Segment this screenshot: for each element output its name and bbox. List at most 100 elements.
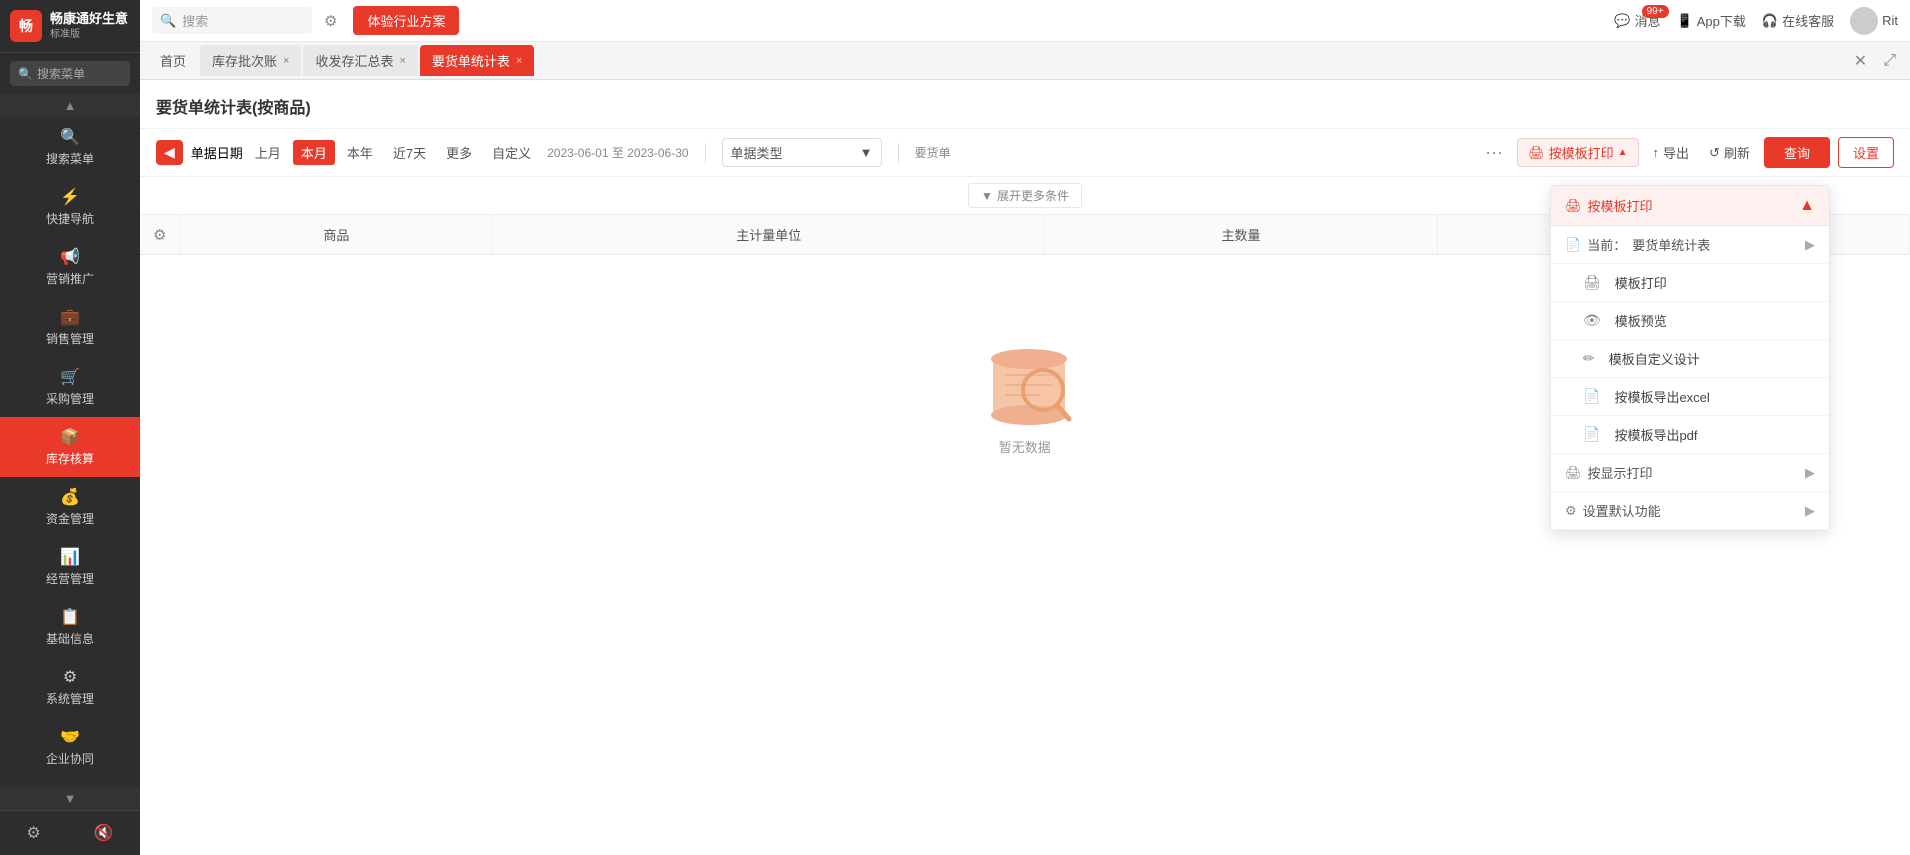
date-prev-month[interactable]: 上月 (247, 140, 289, 165)
tabs-right: ✕ ⤢ (1848, 49, 1902, 73)
col-product: 商品 (180, 215, 493, 255)
avatar (1850, 7, 1878, 35)
content-area: 要货单统计表(按商品) ◀ 单据日期 上月 本月 本年 近7天 更多 自定义 2… (140, 80, 1910, 855)
sidebar-item-operations[interactable]: 📊 经营管理 (0, 537, 140, 597)
col-quantity: 主数量 (1045, 215, 1438, 255)
sidebar-item-marketing[interactable]: 📢 营销推广 (0, 237, 140, 297)
sidebar-search[interactable]: 🔍 搜索菜单 (10, 61, 130, 86)
system-icon: ⚙ (63, 667, 77, 687)
expand-conditions-button[interactable]: ▼ 展开更多条件 (968, 183, 1082, 208)
template-print-item[interactable]: 🖨 模板打印 (1551, 264, 1829, 302)
tab-batch[interactable]: 库存批次账 × (200, 45, 301, 76)
tab-order-stats[interactable]: 要货单统计表 × (420, 45, 534, 76)
sidebar-item-collab[interactable]: 🤝 企业协同 (0, 717, 140, 777)
sidebar-scroll-down[interactable]: ▼ (0, 787, 140, 810)
query-button[interactable]: 查询 (1764, 137, 1830, 168)
message-button[interactable]: 💬 消息 99+ (1614, 11, 1660, 30)
print-dropdown-header[interactable]: 🖨 按模板打印 ▲ (1551, 186, 1829, 226)
empty-icon (975, 335, 1075, 425)
tabs-bar: 首页 库存批次账 × 收发存汇总表 × 要货单统计表 × ✕ ⤢ (140, 42, 1910, 80)
settings-bottom-icon[interactable]: ⚙ (22, 819, 44, 847)
logo-main: 畅康通好生意 (50, 11, 128, 28)
sidebar-item-sales[interactable]: 💼 销售管理 (0, 297, 140, 357)
main-area: 🔍 搜索 ⚙ 体验行业方案 💬 消息 99+ 📱 App下载 🎧 在线客服 Ri… (140, 0, 1910, 855)
sales-icon: 💼 (60, 307, 80, 327)
date-current-year[interactable]: 本年 (339, 140, 381, 165)
tab-batch-close[interactable]: × (283, 55, 289, 67)
collab-icon: 🤝 (60, 727, 80, 747)
print-collapse-icon[interactable]: ▲ (1799, 197, 1815, 215)
user-profile[interactable]: Rit (1850, 7, 1898, 35)
date-last7[interactable]: 近7天 (385, 140, 434, 165)
sidebar-item-label: 企业协同 (46, 750, 94, 767)
sidebar-logo: 畅 畅康通好生意 标准版 (0, 0, 140, 53)
display-print-section[interactable]: 🖨 按显示打印 ▶ (1551, 454, 1829, 492)
app-download-button[interactable]: 📱 App下载 (1677, 11, 1746, 30)
chevron-down-icon: ▼ (860, 145, 873, 160)
date-current-month[interactable]: 本月 (293, 140, 335, 165)
close-tab-button[interactable]: ✕ (1848, 49, 1873, 73)
export-pdf-item[interactable]: 📄 按模板导出pdf (1551, 416, 1829, 454)
sidebar-item-system[interactable]: ⚙ 系统管理 (0, 657, 140, 717)
date-filter: 单据日期 上月 本月 本年 近7天 更多 自定义 2023-06-01 至 20… (191, 140, 689, 165)
basic-icon: 📋 (60, 607, 80, 627)
set-default-section[interactable]: ⚙ 设置默认功能 ▶ (1551, 492, 1829, 530)
date-more[interactable]: 更多 (438, 140, 480, 165)
message-icon: 💬 (1614, 13, 1630, 29)
sidebar-item-finance[interactable]: 💰 资金管理 (0, 477, 140, 537)
date-range: 2023-06-01 至 2023-06-30 (547, 144, 688, 161)
refresh-button[interactable]: ↺ 刷新 (1703, 139, 1756, 166)
more-button[interactable]: ··· (1479, 140, 1509, 165)
gear-icon[interactable]: ⚙ (324, 12, 337, 30)
top-search[interactable]: 🔍 搜索 (152, 7, 312, 34)
export-excel-item[interactable]: 📄 按模板导出excel (1551, 378, 1829, 416)
sidebar-item-label: 基础信息 (46, 630, 94, 647)
expand-label: 展开更多条件 (997, 187, 1069, 204)
sidebar-item-purchase[interactable]: 🛒 采购管理 (0, 357, 140, 417)
date-custom[interactable]: 自定义 (484, 140, 539, 165)
template-design-left: ✏ 模板自定义设计 (1583, 349, 1700, 368)
settings-button[interactable]: 设置 (1838, 137, 1894, 168)
sidebar-item-basic[interactable]: 📋 基础信息 (0, 597, 140, 657)
tab-home[interactable]: 首页 (148, 45, 198, 76)
search-top-icon: 🔍 (160, 13, 176, 29)
username-label: Rit (1882, 13, 1898, 28)
sidebar-item-label: 搜索菜单 (46, 150, 94, 167)
print-current-template[interactable]: 📄 当前： 要货单统计表 ▶ (1551, 226, 1829, 264)
template-preview-left: 👁 模板预览 (1583, 311, 1667, 330)
print-dropdown-title: 🖨 按模板打印 (1565, 196, 1653, 215)
experience-button[interactable]: 体验行业方案 (353, 6, 459, 35)
export-icon: ↑ (1653, 145, 1660, 160)
order-type-label: 单据类型 (731, 143, 783, 162)
tab-receipt-close[interactable]: × (399, 55, 405, 67)
toolbar: ◀ 单据日期 上月 本月 本年 近7天 更多 自定义 2023-06-01 至 … (140, 129, 1910, 177)
export-pdf-icon: 📄 (1583, 426, 1600, 443)
service-label: 在线客服 (1782, 11, 1834, 30)
template-preview-icon: 👁 (1583, 312, 1601, 329)
sidebar-scroll-up[interactable]: ▲ (0, 94, 140, 117)
order-type-select[interactable]: 单据类型 ▼ (722, 138, 882, 167)
export-button[interactable]: ↑ 导出 (1647, 139, 1696, 166)
template-preview-label: 模板预览 (1615, 311, 1667, 330)
col-unit: 主计量单位 (493, 215, 1045, 255)
mute-icon[interactable]: 🔇 (90, 819, 118, 847)
tab-receipt[interactable]: 收发存汇总表 × (303, 45, 417, 76)
print-template-button[interactable]: 🖨 按模板打印 ▲ (1517, 138, 1638, 167)
table-settings-icon[interactable]: ⚙ (153, 227, 166, 244)
sidebar-nav: 🔍 搜索菜单 ⚡ 快捷导航 📢 营销推广 💼 销售管理 🛒 采购管理 📦 库存核… (0, 117, 140, 787)
sidebar-item-search[interactable]: 🔍 搜索菜单 (0, 117, 140, 177)
sidebar-item-inventory[interactable]: 📦 库存核算 (0, 417, 140, 477)
sidebar-item-quick[interactable]: ⚡ 快捷导航 (0, 177, 140, 237)
collapse-button[interactable]: ◀ (156, 140, 183, 165)
template-preview-item[interactable]: 👁 模板预览 (1551, 302, 1829, 340)
maximize-button[interactable]: ⤢ (1877, 50, 1902, 72)
app-download-icon: 📱 (1677, 13, 1693, 29)
purchase-icon: 🛒 (60, 367, 80, 387)
print-dropdown: 🖨 按模板打印 ▲ 📄 当前： 要货单统计表 ▶ 🖨 模板打印 (1550, 185, 1830, 531)
sidebar-bottom: ⚙ 🔇 (0, 810, 140, 855)
template-design-item[interactable]: ✏ 模板自定义设计 (1551, 340, 1829, 378)
quick-icon: ⚡ (60, 187, 80, 207)
sidebar-item-newbie[interactable]: 🎯 新手引导 (0, 777, 140, 787)
tab-order-stats-close[interactable]: × (516, 55, 522, 67)
online-service-button[interactable]: 🎧 在线客服 (1762, 11, 1834, 30)
